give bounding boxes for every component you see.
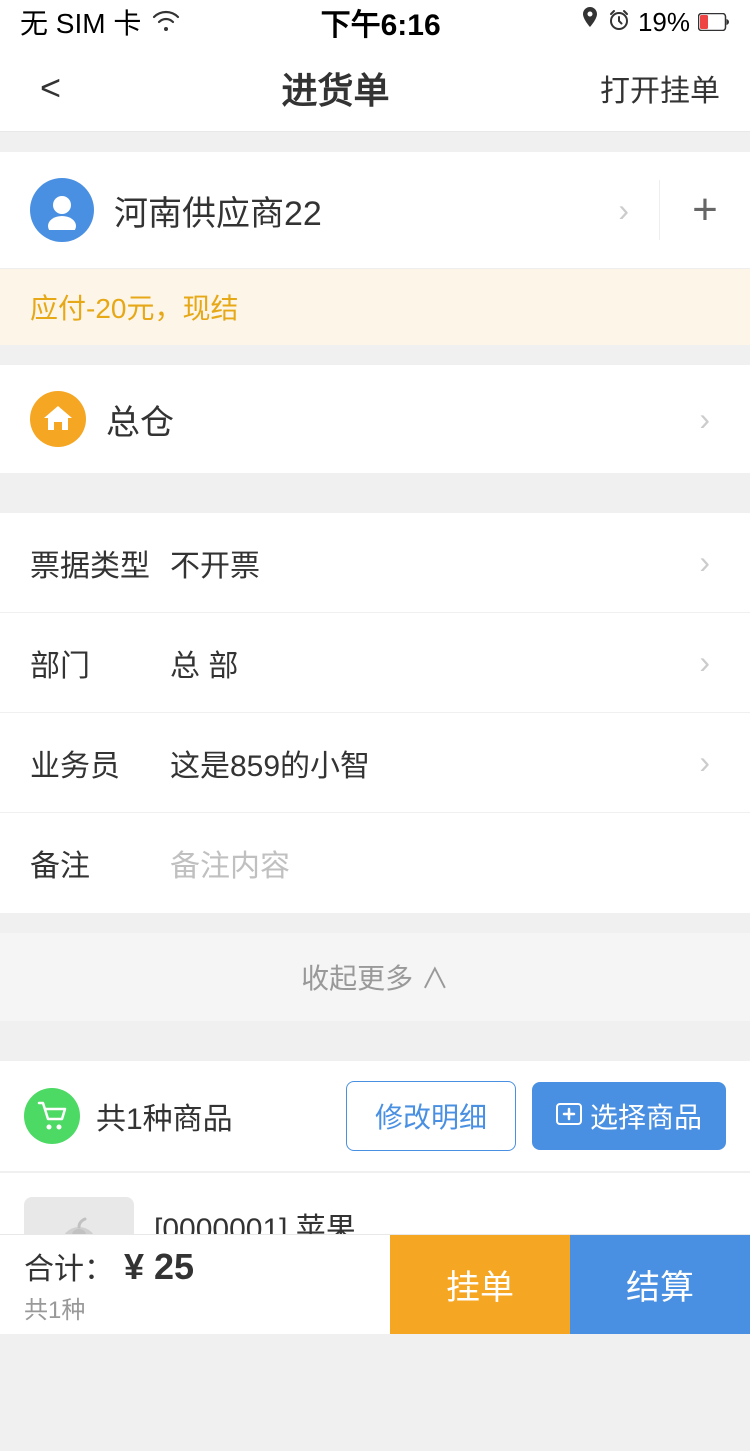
- select-product-icon: [556, 1100, 582, 1132]
- status-right: 19%: [580, 7, 730, 38]
- note-label: 备注: [30, 841, 160, 885]
- open-pending-button[interactable]: 打开挂单: [600, 66, 720, 110]
- select-product-label: 选择商品: [590, 1096, 702, 1136]
- supplier-info-row: 应付-20元，现结: [0, 269, 750, 345]
- total-count: 共1种: [24, 1290, 366, 1325]
- back-button[interactable]: <: [30, 57, 71, 119]
- footer-spacer: [0, 1331, 750, 1451]
- gap1: [0, 132, 750, 152]
- collapse-label: 收起更多 ∧: [301, 963, 449, 994]
- warehouse-icon: [30, 391, 86, 447]
- alarm-icon: [608, 7, 630, 38]
- add-supplier-button[interactable]: +: [660, 166, 750, 254]
- battery-percent: 19%: [638, 7, 690, 38]
- battery-icon: [698, 7, 730, 38]
- edit-detail-button[interactable]: 修改明细: [346, 1081, 516, 1151]
- supplier-name: 河南供应商22: [114, 186, 618, 235]
- gap2: [0, 473, 750, 493]
- status-bar: 无 SIM 卡 下午6:16 19%: [0, 0, 750, 44]
- status-time: 下午6:16: [321, 0, 441, 44]
- select-product-button[interactable]: 选择商品: [532, 1082, 726, 1150]
- nav-bar: < 进货单 打开挂单: [0, 44, 750, 132]
- product-count-text: 共1种商品: [96, 1094, 330, 1138]
- chevron-right-icon: ›: [618, 192, 629, 229]
- pend-button[interactable]: 挂单: [390, 1235, 570, 1334]
- product-count-icon: [24, 1088, 80, 1144]
- chevron-right-icon3: ›: [699, 544, 710, 581]
- footer: 合计： ¥ 25 共1种 挂单 结算: [0, 1234, 750, 1334]
- total-line: 合计： ¥ 25: [24, 1244, 366, 1288]
- gap3: [0, 1021, 750, 1041]
- location-icon: [580, 7, 600, 38]
- status-left: 无 SIM 卡: [20, 2, 181, 42]
- supplier-avatar: [30, 178, 94, 242]
- warehouse-section: 总仓 ›: [0, 365, 750, 473]
- invoice-type-row[interactable]: 票据类型 不开票 ›: [0, 513, 750, 613]
- wifi-icon: [151, 6, 181, 38]
- supplier-section: 河南供应商22 › +: [0, 152, 750, 269]
- invoice-value: 不开票: [160, 541, 699, 585]
- house-icon: [41, 402, 75, 436]
- chevron-right-icon4: ›: [699, 644, 710, 681]
- person-icon: [42, 190, 82, 230]
- note-placeholder: 备注内容: [160, 841, 720, 885]
- department-value: 总 部: [160, 641, 699, 685]
- salesman-value: 这是859的小智: [160, 741, 699, 785]
- collapse-row[interactable]: 收起更多 ∧: [0, 933, 750, 1021]
- salesman-row[interactable]: 业务员 这是859的小智 ›: [0, 713, 750, 813]
- chevron-right-icon5: ›: [699, 744, 710, 781]
- invoice-label: 票据类型: [30, 541, 160, 585]
- cart-icon: [35, 1099, 69, 1133]
- warehouse-row[interactable]: 总仓 ›: [0, 365, 750, 473]
- warehouse-name: 总仓: [106, 395, 699, 444]
- carrier-text: 无 SIM 卡: [20, 2, 141, 42]
- product-header: 共1种商品 修改明细 选择商品: [0, 1061, 750, 1171]
- total-amount: ¥ 25: [124, 1246, 194, 1288]
- department-label: 部门: [30, 641, 160, 685]
- form-section: 票据类型 不开票 › 部门 总 部 › 业务员 这是859的小智 › 备注 备注…: [0, 513, 750, 913]
- chevron-right-icon2: ›: [699, 401, 710, 438]
- salesman-label: 业务员: [30, 741, 160, 785]
- note-row[interactable]: 备注 备注内容: [0, 813, 750, 913]
- supplier-row[interactable]: 河南供应商22 ›: [0, 152, 659, 268]
- department-row[interactable]: 部门 总 部 ›: [0, 613, 750, 713]
- footer-total: 合计： ¥ 25 共1种: [0, 1235, 390, 1334]
- settle-button[interactable]: 结算: [570, 1235, 750, 1334]
- page-title: 进货单: [282, 62, 390, 114]
- total-label: 合计：: [24, 1244, 114, 1288]
